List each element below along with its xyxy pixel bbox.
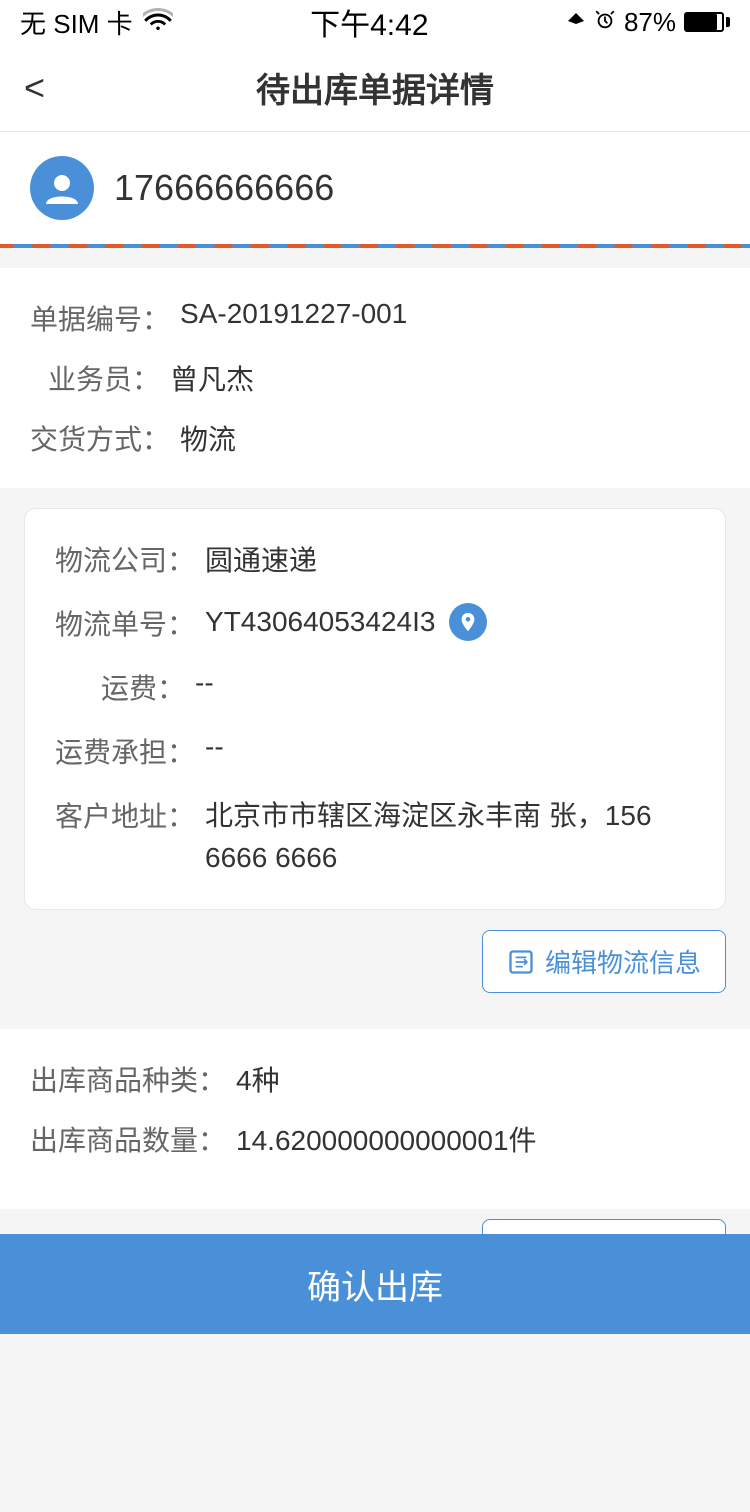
tracking-location-icon[interactable] <box>449 603 487 641</box>
goods-types-value: 4种 <box>236 1059 280 1099</box>
logistics-company-row: 物流公司： 圆通速递 <box>55 539 695 579</box>
tracking-number-label: 物流单号： <box>55 603 195 643</box>
tracking-number-row: 物流单号： YT43064053424I3 <box>55 603 695 643</box>
freight-bearer-row: 运费承担： -- <box>55 731 695 771</box>
avatar <box>30 156 94 220</box>
status-left: 无 SIM 卡 <box>20 4 173 41</box>
status-time: 下午4:42 <box>310 0 428 44</box>
goods-types-row: 出库商品种类： 4种 <box>30 1059 720 1099</box>
confirm-button[interactable]: 确认出库 <box>0 1234 750 1334</box>
delivery-method-label: 交货方式： <box>30 418 170 458</box>
tracking-number-value: YT43064053424I3 <box>205 603 695 641</box>
divider <box>0 1013 750 1029</box>
freight-label: 运费： <box>55 667 185 707</box>
goods-quantity-label: 出库商品数量： <box>30 1119 226 1159</box>
address-label: 客户地址： <box>55 795 195 835</box>
freight-row: 运费： -- <box>55 667 695 707</box>
status-bar: 无 SIM 卡 下午4:42 87% <box>0 0 750 44</box>
freight-bearer-label: 运费承担： <box>55 731 195 771</box>
basic-info-section: 单据编号： SA-20191227-001 业务员： 曾凡杰 交货方式： 物流 <box>0 268 750 488</box>
location-arrow-icon <box>566 7 586 38</box>
carrier-text: 无 SIM 卡 <box>20 4 133 41</box>
edit-btn-row: 编辑物流信息 <box>0 930 750 1013</box>
sales-person-value: 曾凡杰 <box>170 358 720 398</box>
order-number-row: 单据编号： SA-20191227-001 <box>30 298 720 338</box>
address-value: 北京市市辖区海淀区永丰南 张，156 6666 6666 <box>205 795 695 879</box>
edit-logistics-button[interactable]: 编辑物流信息 <box>482 930 726 993</box>
confirm-button-label: 确认出库 <box>307 1260 443 1309</box>
delivery-method-value: 物流 <box>180 418 720 458</box>
goods-quantity-row: 出库商品数量： 14.620000000000001件 <box>30 1119 720 1159</box>
edit-logistics-label: 编辑物流信息 <box>545 943 701 980</box>
logistics-card: 物流公司： 圆通速递 物流单号： YT43064053424I3 运费： -- … <box>24 508 726 910</box>
order-number-value: SA-20191227-001 <box>180 298 720 330</box>
battery-icon <box>684 12 730 32</box>
logistics-company-label: 物流公司： <box>55 539 195 579</box>
customer-header: 17666666666 <box>0 132 750 248</box>
alarm-icon <box>594 7 616 38</box>
battery-percent: 87% <box>624 7 676 38</box>
goods-types-label: 出库商品种类： <box>30 1059 226 1099</box>
bottom-spacer <box>0 1312 750 1512</box>
address-row: 客户地址： 北京市市辖区海淀区永丰南 张，156 6666 6666 <box>55 795 695 879</box>
sales-person-row: 业务员： 曾凡杰 <box>30 358 720 398</box>
goods-quantity-value: 14.620000000000001件 <box>236 1119 537 1159</box>
goods-section: 出库商品种类： 4种 出库商品数量： 14.620000000000001件 <box>0 1029 750 1209</box>
order-number-label: 单据编号： <box>30 298 170 338</box>
page-title: 待出库单据详情 <box>256 63 494 112</box>
freight-bearer-value: -- <box>205 731 695 763</box>
back-button[interactable]: < <box>24 67 45 109</box>
delivery-method-row: 交货方式： 物流 <box>30 418 720 458</box>
status-right: 87% <box>566 7 730 38</box>
sales-person-label: 业务员： <box>30 358 160 398</box>
freight-value: -- <box>195 667 695 699</box>
nav-bar: < 待出库单据详情 <box>0 44 750 132</box>
logistics-company-value: 圆通速递 <box>205 539 695 579</box>
customer-phone: 17666666666 <box>114 167 334 209</box>
wifi-icon <box>143 8 173 37</box>
